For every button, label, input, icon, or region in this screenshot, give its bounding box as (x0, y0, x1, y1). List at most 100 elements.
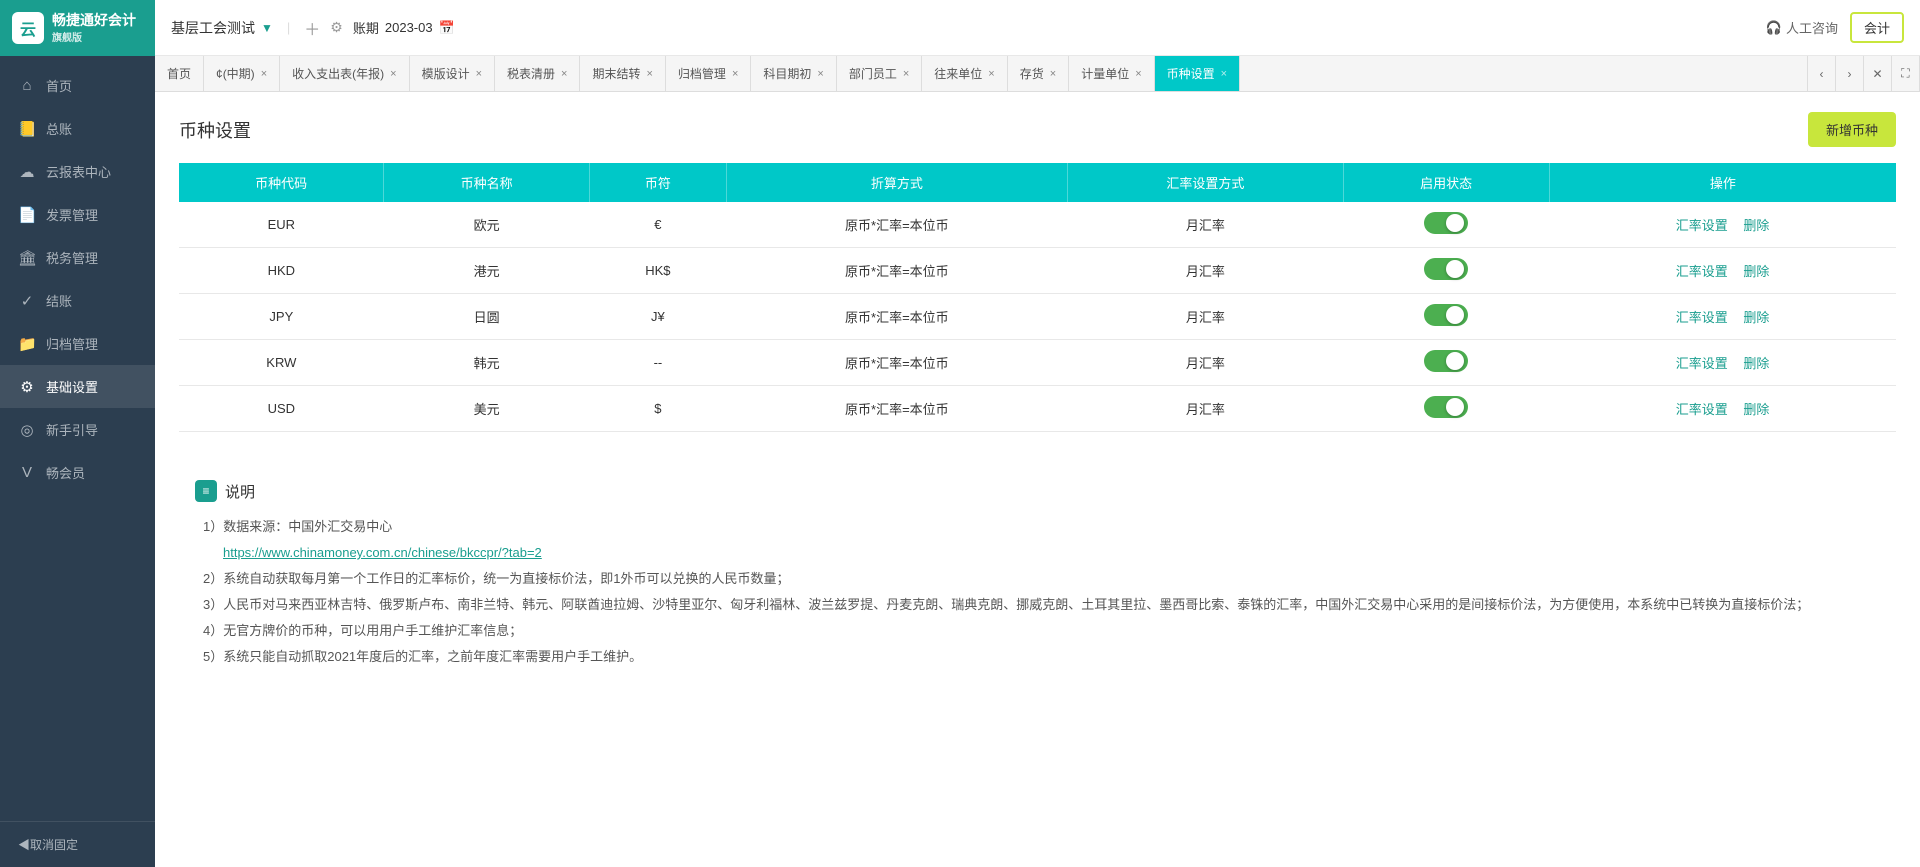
cell-code-0: EUR (179, 202, 384, 248)
close-nav-label: 结账 (46, 291, 72, 310)
cell-method-0: 原币*汇率=本位币 (726, 202, 1067, 248)
rate-setting-link-4[interactable]: 汇率设置 (1676, 402, 1728, 417)
tab-close-inventory[interactable]: × (1050, 68, 1056, 80)
tab-close-dept[interactable]: × (903, 68, 909, 80)
rate-setting-link-3[interactable]: 汇率设置 (1676, 356, 1728, 371)
tab-subjects[interactable]: 科目期初 × (751, 56, 836, 92)
user-role-btn[interactable]: 会计 (1850, 12, 1904, 43)
tab-close-income[interactable]: × (390, 68, 396, 80)
tab-close-period_end[interactable]: × (646, 68, 652, 80)
tab-close-archive[interactable]: × (732, 68, 738, 80)
sidebar-item-ledger[interactable]: 📒 总账 (0, 107, 155, 150)
tab-close-currency[interactable]: × (1221, 68, 1227, 80)
cell-actions-2: 汇率设置 删除 (1549, 294, 1896, 340)
tab-close-template[interactable]: × (476, 68, 482, 80)
cell-method-3: 原币*汇率=本位币 (726, 340, 1067, 386)
tab-prev-btn[interactable]: ‹ (1808, 56, 1836, 92)
add-company-btn[interactable]: ＋ (304, 16, 320, 40)
notice-section: ≡ 说明 1）数据来源：中国外汇交易中心https://www.chinamon… (179, 464, 1896, 686)
sidebar-item-tax[interactable]: 🏛 税务管理 (0, 236, 155, 279)
page-title-row: 币种设置 新增币种 (179, 112, 1896, 147)
tab-archive[interactable]: 归档管理× (666, 56, 751, 92)
delete-link-4[interactable]: 删除 (1743, 402, 1769, 417)
col-header-币种名称: 币种名称 (384, 163, 590, 202)
toggle-3[interactable] (1424, 350, 1468, 372)
tab-measure[interactable]: 计量单位× (1069, 56, 1154, 92)
col-header-汇率设置方式: 汇率设置方式 (1068, 163, 1344, 202)
cell-method-1: 原币*汇率=本位币 (726, 248, 1067, 294)
tab-currency[interactable]: 币种设置× (1155, 56, 1240, 92)
tab-close-all-btn[interactable]: ✕ (1864, 56, 1892, 92)
tab-template[interactable]: 模版设计× (410, 56, 495, 92)
tab-period_end[interactable]: 期末结转× (580, 56, 665, 92)
tab-close-units[interactable]: × (988, 68, 994, 80)
cell-status-4[interactable] (1343, 386, 1549, 432)
cell-method-4: 原币*汇率=本位币 (726, 386, 1067, 432)
sidebar-item-settings[interactable]: ⚙ 基础设置 (0, 365, 155, 408)
tab-next-btn[interactable]: › (1836, 56, 1864, 92)
notice-link[interactable]: https://www.chinamoney.com.cn/chinese/bk… (223, 545, 542, 560)
sidebar-item-report[interactable]: ☁ 云报表中心 (0, 150, 155, 193)
sidebar-item-archive[interactable]: 📁 归档管理 (0, 322, 155, 365)
cell-actions-1: 汇率设置 删除 (1549, 248, 1896, 294)
new-currency-btn[interactable]: 新增币种 (1808, 112, 1896, 147)
tabs-bar: 首页¢(中期)×收入支出表(年报)×模版设计×税表清册×期末结转×归档管理×科目… (155, 56, 1920, 92)
toggle-4[interactable] (1424, 396, 1468, 418)
cell-symbol-4: $ (590, 386, 726, 432)
table-row: USD 美元 $ 原币*汇率=本位币 月汇率 汇率设置 删除 (179, 386, 1896, 432)
service-btn[interactable]: 🎧 人工咨询 (1766, 18, 1838, 37)
sidebar-pin-toggle[interactable]: ◀取消固定 (0, 821, 155, 867)
tab-close-tax[interactable]: × (561, 68, 567, 80)
rate-setting-link-2[interactable]: 汇率设置 (1676, 310, 1728, 325)
sidebar-item-invoice[interactable]: 📄 发票管理 (0, 193, 155, 236)
cell-status-3[interactable] (1343, 340, 1549, 386)
invoice-nav-label: 发票管理 (46, 205, 98, 224)
tab-fullscreen-btn[interactable]: ⛶ (1892, 56, 1920, 92)
tax-nav-label: 税务管理 (46, 248, 98, 267)
tab-label-subjects: 科目期初 (763, 65, 811, 82)
sidebar-item-guide[interactable]: ◎ 新手引导 (0, 408, 155, 451)
table-row: EUR 欧元 € 原币*汇率=本位币 月汇率 汇率设置 删除 (179, 202, 1896, 248)
delete-link-0[interactable]: 删除 (1743, 218, 1769, 233)
table-row: HKD 港元 HK$ 原币*汇率=本位币 月汇率 汇率设置 删除 (179, 248, 1896, 294)
cell-rate-type-0: 月汇率 (1068, 202, 1344, 248)
sidebar-item-member[interactable]: V 畅会员 (0, 451, 155, 494)
calendar-icon[interactable]: 📅 (439, 20, 455, 36)
cell-status-2[interactable] (1343, 294, 1549, 340)
cell-status-1[interactable] (1343, 248, 1549, 294)
tab-dept[interactable]: 部门员工× (837, 56, 922, 92)
sidebar-item-close[interactable]: ✓ 结账 (0, 279, 155, 322)
delete-link-3[interactable]: 删除 (1743, 356, 1769, 371)
toggle-2[interactable] (1424, 304, 1468, 326)
tab-inventory[interactable]: 存货× (1008, 56, 1069, 92)
tab-income[interactable]: 收入支出表(年报)× (280, 56, 409, 92)
tab-close-subjects[interactable]: × (817, 68, 823, 80)
cell-name-3: 韩元 (384, 340, 590, 386)
tab-label-tax: 税表清册 (507, 65, 555, 82)
archive-nav-label: 归档管理 (46, 334, 98, 353)
col-header-启用状态: 启用状态 (1343, 163, 1549, 202)
tab-units[interactable]: 往来单位× (922, 56, 1007, 92)
cell-code-4: USD (179, 386, 384, 432)
toggle-0[interactable] (1424, 212, 1468, 234)
rate-setting-link-1[interactable]: 汇率设置 (1676, 264, 1728, 279)
delete-link-1[interactable]: 删除 (1743, 264, 1769, 279)
notice-item: 1）数据来源：中国外汇交易中心 (203, 514, 1880, 540)
tab-tax[interactable]: 税表清册 × (495, 56, 580, 92)
cell-name-1: 港元 (384, 248, 590, 294)
tab-close-period[interactable]: × (261, 68, 267, 80)
close-nav-icon: ✓ (18, 292, 36, 310)
tab-period[interactable]: ¢(中期)× (204, 56, 280, 92)
col-header-折算方式: 折算方式 (726, 163, 1067, 202)
sidebar-nav: ⌂ 首页 📒 总账 ☁ 云报表中心 📄 发票管理 🏛 税务管理 ✓ 结账 📁 归… (0, 56, 155, 821)
cell-status-0[interactable] (1343, 202, 1549, 248)
sidebar-item-home[interactable]: ⌂ 首页 (0, 64, 155, 107)
company-name[interactable]: 基层工会测试 ▼ (171, 18, 273, 38)
company-settings-icon[interactable]: ⚙ (330, 19, 343, 36)
tab-close-measure[interactable]: × (1135, 68, 1141, 80)
toggle-1[interactable] (1424, 258, 1468, 280)
delete-link-2[interactable]: 删除 (1743, 310, 1769, 325)
rate-setting-link-0[interactable]: 汇率设置 (1676, 218, 1728, 233)
period-display: 账期 2023-03 📅 (353, 18, 455, 37)
tab-home[interactable]: 首页 (155, 56, 204, 92)
